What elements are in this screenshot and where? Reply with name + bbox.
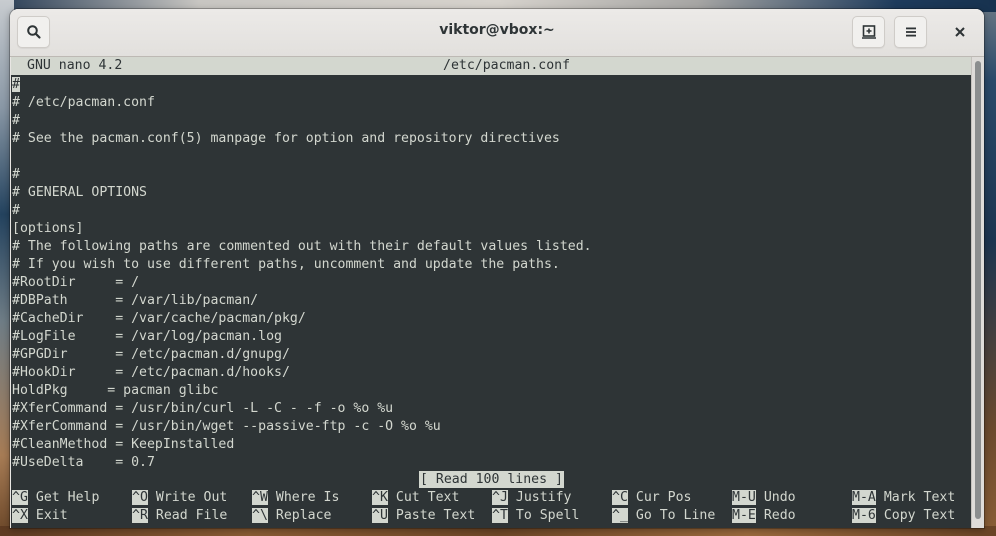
shortcut-label: Replace (275, 508, 332, 523)
status-message: [ Read 100 lines ] (419, 471, 564, 488)
editor-line: #LogFile = /var/log/pacman.log (12, 329, 282, 344)
shortcut-label: Read File (155, 508, 228, 523)
shortcut-key: M-6 (852, 508, 876, 523)
editor-line: # GENERAL OPTIONS (12, 185, 147, 200)
editor-line: HoldPkg = pacman glibc (12, 383, 219, 398)
editor-line: # The following paths are commented out … (12, 239, 592, 254)
new-tab-icon (861, 25, 876, 39)
nano-filename: /etc/pacman.conf (443, 58, 571, 73)
shortcut-key: ^K (372, 490, 388, 505)
shortcut-item: ^O Write Out (132, 489, 227, 507)
shortcut-item: ^J Justify (492, 489, 571, 507)
editor-line: #RootDir = / (12, 275, 140, 290)
nano-version: GNU nano 4.2 (27, 58, 123, 73)
text-cursor: # (12, 77, 20, 92)
shortcut-item: ^W Where Is (252, 489, 339, 507)
shortcut-key: M-A (852, 490, 876, 505)
shortcut-item: ^\ Replace (252, 507, 331, 525)
shortcut-label: Paste Text (395, 508, 476, 523)
editor-line: #DBPath = /var/lib/pacman/ (12, 293, 259, 308)
editor-line: #CacheDir = /var/cache/pacman/pkg/ (12, 311, 306, 326)
editor-line: # (12, 76, 592, 94)
shortcut-item: ^G Get Help (12, 489, 99, 507)
shortcut-item: ^X Exit (12, 507, 68, 525)
nano-title-bar: GNU nano 4.2 /etc/pacman.conf (11, 57, 971, 75)
header-bar: viktor@vbox:~ (10, 9, 984, 57)
shortcut-bar: ^G Get Help ^O Write Out ^W Where Is ^K Cut Tex… (12, 489, 972, 525)
shortcut-label: Redo (763, 508, 796, 523)
shortcut-item: M-6 Copy Text (852, 507, 955, 525)
shortcut-key: M-E (732, 508, 756, 523)
scrollbar[interactable] (971, 57, 984, 528)
terminal-area[interactable]: GNU nano 4.2 /etc/pacman.conf # # /etc/pa… (11, 57, 971, 528)
shortcut-item: ^C Cur Pos (612, 489, 691, 507)
shortcut-row-2: ^X Exit ^R Read File ^\ Replace ^U Paste Text ^T… (12, 507, 972, 525)
editor-line: [options] (12, 221, 84, 236)
shortcut-key: ^_ (612, 508, 628, 523)
shortcut-label: Copy Text (883, 508, 956, 523)
shortcut-label: To Spell (515, 508, 580, 523)
shortcut-label: Exit (35, 508, 68, 523)
shortcut-item: M-A Mark Text (852, 489, 955, 507)
shortcut-row-1: ^G Get Help ^O Write Out ^W Where Is ^K Cut Tex… (12, 489, 972, 507)
shortcut-key: ^\ (252, 508, 268, 523)
shortcut-label: Where Is (275, 490, 340, 505)
close-button[interactable] (944, 16, 976, 48)
shortcut-key: ^U (372, 508, 388, 523)
shortcut-item: ^T To Spell (492, 507, 579, 525)
shortcut-item: ^K Cut Text (372, 489, 459, 507)
shortcut-item: ^R Read File (132, 507, 227, 525)
editor-line: # (12, 167, 20, 182)
shortcut-label: Cut Text (395, 490, 460, 505)
editor-line: # (12, 113, 20, 128)
shortcut-label: Justify (515, 490, 572, 505)
shortcut-label: Mark Text (883, 490, 956, 505)
hamburger-menu-icon (905, 27, 916, 37)
menu-button[interactable] (894, 16, 927, 48)
shortcut-item: M-E Redo (732, 507, 796, 525)
terminal-window: viktor@vbox:~ GNU nano 4.2 /etc/pacman.c… (10, 9, 984, 528)
editor-buffer[interactable]: # # /etc/pacman.conf # # See the pacman.con… (12, 76, 592, 472)
shortcut-item: ^U Paste Text (372, 507, 475, 525)
shortcut-item: M-U Undo (732, 489, 796, 507)
editor-line: # /etc/pacman.conf (12, 95, 155, 110)
scrollbar-thumb[interactable] (975, 61, 981, 519)
shortcut-label: Cur Pos (635, 490, 692, 505)
window-title: viktor@vbox:~ (439, 22, 555, 38)
close-icon (955, 27, 965, 37)
shortcut-key: ^G (12, 490, 28, 505)
shortcut-item: ^_ Go To Line (612, 507, 715, 525)
editor-line: #XferCommand = /usr/bin/wget --passive-f… (12, 419, 441, 434)
shortcut-key: ^J (492, 490, 508, 505)
editor-line: #CleanMethod = KeepInstalled (12, 437, 235, 452)
shortcut-key: ^O (132, 490, 148, 505)
shortcut-label: Write Out (155, 490, 228, 505)
shortcut-label: Go To Line (635, 508, 716, 523)
editor-line: #XferCommand = /usr/bin/curl -L -C - -f … (12, 401, 394, 416)
editor-line: # If you wish to use different paths, un… (12, 257, 560, 272)
editor-line: #GPGDir = /etc/pacman.d/gnupg/ (12, 347, 290, 362)
shortcut-key: ^T (492, 508, 508, 523)
editor-line: #UseDelta = 0.7 (12, 455, 155, 470)
shortcut-key: M-U (732, 490, 756, 505)
shortcut-key: ^C (612, 490, 628, 505)
shortcut-key: ^X (12, 508, 28, 523)
editor-line: # (12, 203, 20, 218)
shortcut-label: Undo (763, 490, 796, 505)
editor-line: #HookDir = /etc/pacman.d/hooks/ (12, 365, 290, 380)
shortcut-key: ^R (132, 508, 148, 523)
new-tab-button[interactable] (852, 16, 885, 48)
editor-line: # See the pacman.conf(5) manpage for opt… (12, 131, 560, 146)
shortcut-key: ^W (252, 490, 268, 505)
shortcut-label: Get Help (35, 490, 100, 505)
